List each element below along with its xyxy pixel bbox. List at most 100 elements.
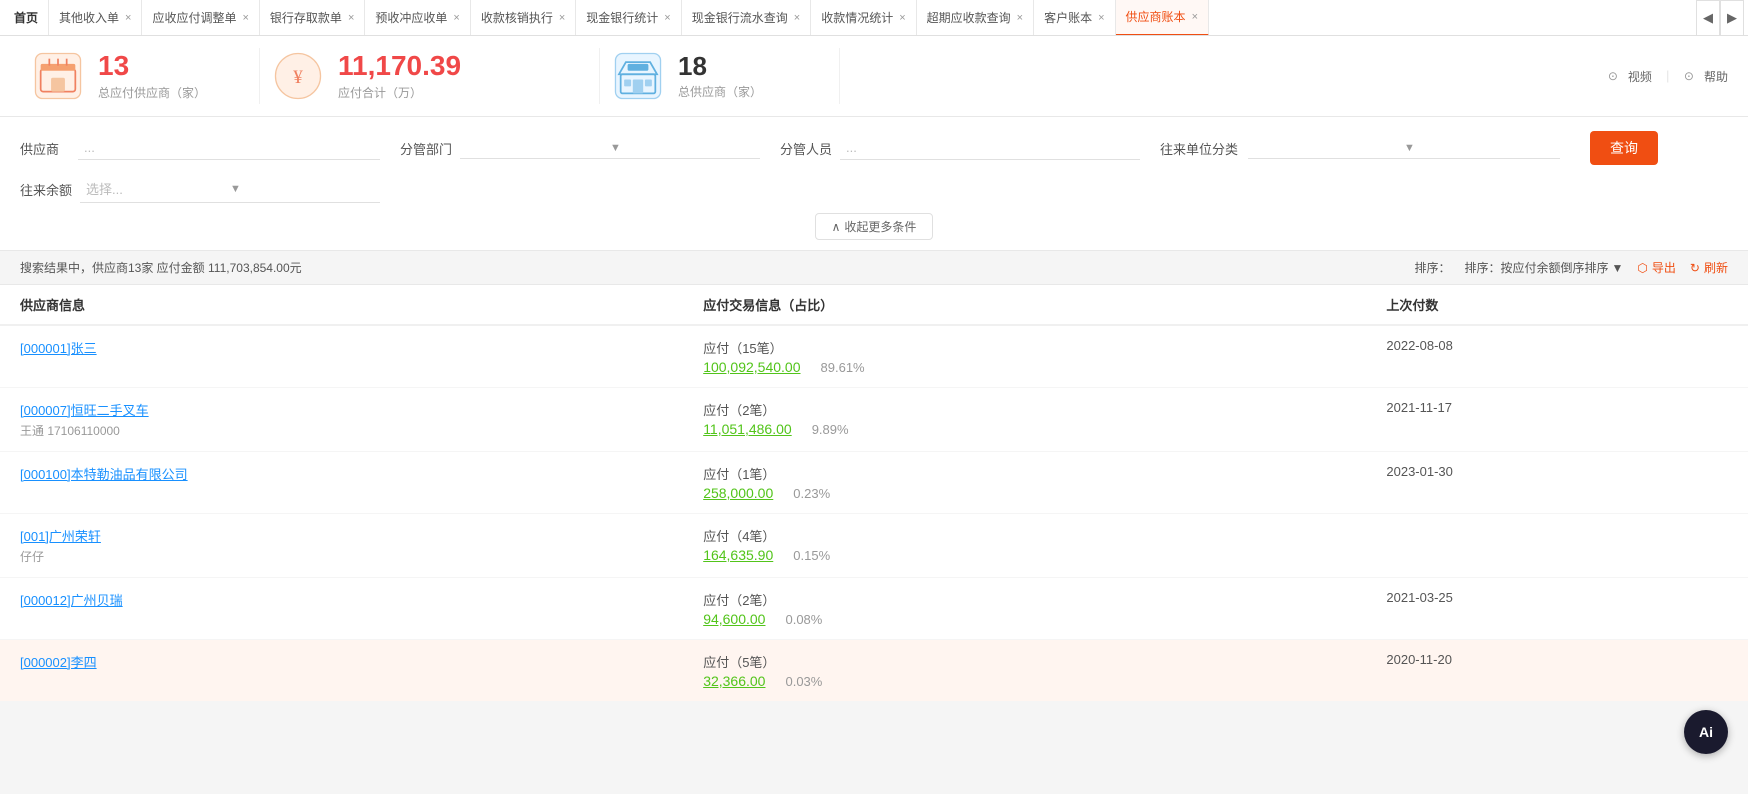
last-pay-date: 2021-03-25 [1386, 590, 1453, 605]
pay-amount[interactable]: 32,366.00 [703, 673, 765, 689]
video-link[interactable]: 视频 [1628, 68, 1652, 85]
nav-tab-1-close[interactable]: × [125, 12, 131, 24]
category-filter: 往来单位分类 ▼ [1160, 138, 1560, 159]
person-input[interactable] [840, 136, 1140, 160]
pay-amount[interactable]: 258,000.00 [703, 485, 773, 501]
nav-tab-3[interactable]: 银行存取款单 × [260, 0, 365, 36]
export-button[interactable]: ⬡ 导出 [1637, 259, 1676, 276]
balance-select[interactable]: 选择... ▼ [80, 175, 380, 203]
category-select[interactable]: ▼ [1248, 138, 1560, 159]
pay-info-cell: 应付（2笔） 94,600.00 0.08% [703, 590, 1386, 627]
sort-select[interactable]: 排序：按应付余额倒序排序 ▼ [1465, 259, 1624, 276]
balance-filter-label: 往来余额 [20, 180, 72, 199]
supplier-link[interactable]: [000001]张三 [20, 341, 97, 356]
nav-tab-9-label: 超期应收款查询 [927, 9, 1011, 26]
pay-desc: 应付（15笔） [703, 338, 1386, 357]
supplier-link[interactable]: [001]广州荣轩 [20, 526, 703, 545]
supplier-cell: [000001]张三 [20, 338, 703, 357]
nav-tab-6-close[interactable]: × [664, 12, 670, 24]
supplier-link[interactable]: [000100]本特勒油品有限公司 [20, 467, 188, 482]
ap-amount-icon: ¥ [270, 48, 326, 104]
balance-chevron-down-icon: ▼ [230, 183, 374, 195]
ai-assistant-button[interactable]: Ai [1684, 710, 1728, 754]
supplier-cell: [000007]恒旺二手叉车 王通 17106110000 [20, 400, 703, 439]
stat-total-suppliers-text: 18 总供应商（家） [678, 52, 762, 100]
nav-tab-home[interactable]: 首页 [4, 0, 49, 36]
pay-amount[interactable]: 11,051,486.00 [703, 421, 792, 437]
nav-tab-4-label: 预收冲应收单 [375, 9, 447, 26]
supplier-cell: [000100]本特勒油品有限公司 [20, 464, 703, 483]
nav-tab-11-label: 供应商账本 [1126, 8, 1186, 25]
supplier-cell: [001]广州荣轩 仔仔 [20, 526, 703, 565]
pay-info-cell: 应付（2笔） 11,051,486.00 9.89% [703, 400, 1386, 437]
nav-tab-6[interactable]: 现金银行统计 × [576, 0, 681, 36]
nav-tab-8-close[interactable]: × [899, 12, 905, 24]
supplier-link[interactable]: [000002]李四 [20, 655, 97, 670]
nav-tab-8[interactable]: 收款情况统计 × [811, 0, 916, 36]
nav-next-arrow[interactable]: ▶ [1720, 0, 1744, 36]
col-last-pay: 上次付数 [1386, 295, 1728, 314]
pay-amount-row: 94,600.00 0.08% [703, 611, 1386, 627]
filter-area: 供应商 分管部门 ▼ 分管人员 往来单位分类 ▼ 查询 往 [0, 117, 1748, 251]
pay-desc: 应付（4笔） [703, 526, 1386, 545]
pay-percent: 9.89% [812, 422, 849, 437]
nav-tab-4-close[interactable]: × [453, 12, 459, 24]
nav-tab-9-close[interactable]: × [1017, 12, 1023, 24]
nav-tab-4[interactable]: 预收冲应收单 × [365, 0, 470, 36]
results-actions: 排序： 排序：按应付余额倒序排序 ▼ ⬡ 导出 ↻ 刷新 [1415, 259, 1729, 276]
nav-tab-5-close[interactable]: × [559, 12, 565, 24]
nav-tab-11[interactable]: 供应商账本 × [1116, 0, 1209, 36]
pay-amount-row: 100,092,540.00 89.61% [703, 359, 1386, 375]
stat-ap-amount-number: 11,170.39 [338, 51, 461, 82]
supplier-filter-label: 供应商 [20, 139, 70, 158]
stat-total-suppliers: 18 总供应商（家） [600, 48, 840, 104]
supplier-sub: 仔仔 [20, 548, 703, 565]
nav-tab-5[interactable]: 收款核销执行 × [471, 0, 576, 36]
collapse-filter-button[interactable]: ∧ 收起更多条件 [815, 213, 934, 240]
pay-percent: 89.61% [821, 360, 865, 375]
nav-tab-10[interactable]: 客户账本 × [1034, 0, 1115, 36]
sort-label: 排序： [1415, 259, 1451, 276]
nav-tab-3-close[interactable]: × [348, 12, 354, 24]
pay-info-cell: 应付（4笔） 164,635.90 0.15% [703, 526, 1386, 563]
table-row: [000001]张三 应付（15笔） 100,092,540.00 89.61%… [0, 326, 1748, 388]
search-button[interactable]: 查询 [1590, 131, 1658, 165]
pay-desc: 应付（1笔） [703, 464, 1386, 483]
pay-percent: 0.03% [785, 674, 822, 689]
balance-select-value: 选择... [86, 179, 230, 198]
col-pay-transaction: 应付交易信息（占比） [703, 295, 1386, 314]
refresh-button[interactable]: ↻ 刷新 [1690, 259, 1728, 276]
ai-button-label: Ai [1699, 724, 1713, 740]
pay-amount[interactable]: 164,635.90 [703, 547, 773, 563]
nav-prev-arrow[interactable]: ◀ [1696, 0, 1720, 36]
nav-tab-7[interactable]: 现金银行流水查询 × [682, 0, 811, 36]
supplier-link[interactable]: [000012]广州贝瑞 [20, 593, 123, 608]
export-icon: ⬡ [1637, 261, 1647, 275]
dept-select[interactable]: ▼ [460, 138, 760, 159]
nav-tab-2-label: 应收应付调整单 [152, 9, 236, 26]
pay-amount[interactable]: 100,092,540.00 [703, 359, 800, 375]
supplier-link[interactable]: [000007]恒旺二手叉车 [20, 400, 703, 419]
nav-tab-9[interactable]: 超期应收款查询 × [917, 0, 1034, 36]
nav-tab-11-close[interactable]: × [1192, 11, 1198, 23]
filter-row-2: 往来余额 选择... ▼ [20, 175, 1728, 203]
nav-tab-10-close[interactable]: × [1098, 12, 1104, 24]
pay-amount[interactable]: 94,600.00 [703, 611, 765, 627]
last-pay-cell: 2020-11-20 [1386, 652, 1728, 667]
nav-tab-10-label: 客户账本 [1044, 9, 1092, 26]
sort-chevron-down-icon: ▼ [1612, 261, 1624, 275]
supplier-input[interactable] [78, 136, 380, 160]
nav-tab-2-close[interactable]: × [242, 12, 248, 24]
nav-tab-7-close[interactable]: × [794, 12, 800, 24]
sort-select-label: 排序：按应付余额倒序排序 [1465, 259, 1609, 276]
stat-ap-suppliers-number: 13 [98, 51, 206, 82]
help-link[interactable]: 帮助 [1704, 68, 1728, 85]
supplier-cell: [000002]李四 [20, 652, 703, 671]
last-pay-date: 2022-08-08 [1386, 338, 1453, 353]
category-chevron-down-icon: ▼ [1404, 142, 1554, 154]
nav-tab-1[interactable]: 其他收入单 × [49, 0, 142, 36]
stat-ap-suppliers-label: 总应付供应商（家） [98, 84, 206, 101]
nav-tab-2[interactable]: 应收应付调整单 × [142, 0, 259, 36]
balance-filter: 往来余额 选择... ▼ [20, 175, 380, 203]
nav-tab-home-label: 首页 [14, 9, 38, 26]
